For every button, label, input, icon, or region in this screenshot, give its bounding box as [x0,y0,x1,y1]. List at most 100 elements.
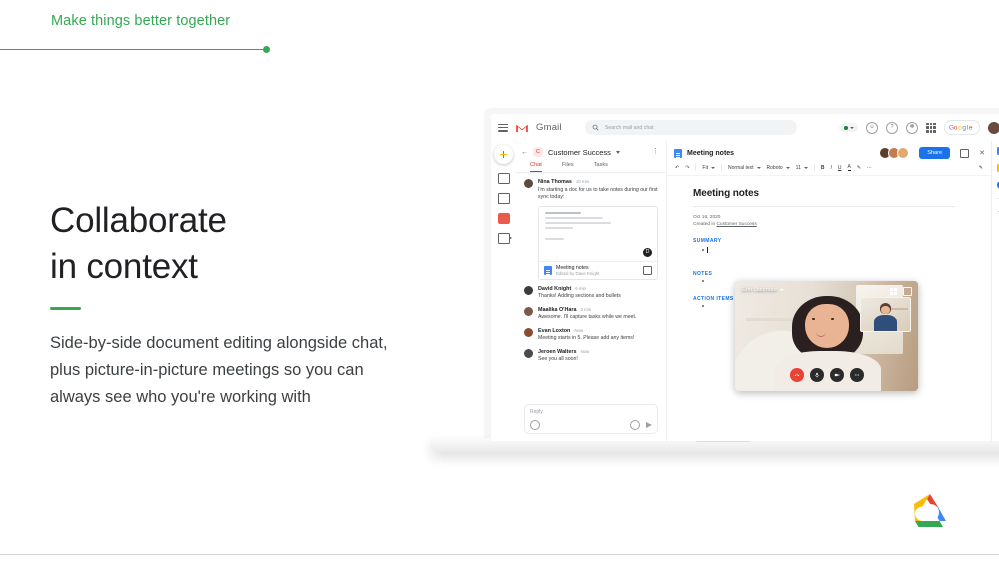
eyebrow-dot [263,46,270,53]
expand-icon[interactable] [903,287,912,296]
message-text: Awesome. I'll capture tasks while we mee… [538,314,637,320]
back-arrow-icon[interactable]: ← [521,149,528,156]
close-icon[interactable]: ✕ [979,150,985,157]
compose-plus-icon[interactable] [494,145,513,164]
font-size-selector[interactable]: 11 [796,165,808,171]
timestamp: 6 min [575,285,586,291]
list-item: Jeroen Walters Now See you all soon! [524,348,658,364]
chevron-down-icon[interactable] [615,150,620,154]
body-copy: Side-by-side document editing alongside … [50,334,388,406]
accent-divider [50,307,81,310]
svg-text:l: l [967,125,969,132]
composer-placeholder: Reply [530,409,543,415]
edit-mode-pen-icon[interactable]: ✎ [979,165,983,171]
author-name: Evan Loxton [538,327,571,334]
tab-chat[interactable]: Chat [530,162,542,172]
font-selector[interactable]: Roboto [767,165,790,171]
space-name: Customer Success [548,147,611,157]
participant-eye-left [811,318,815,320]
chat-tabs: Chat Files Tasks [516,159,666,173]
share-button[interactable]: Share [919,147,951,159]
list-item: Evan Loxton Now Meeting starts in 5. Ple… [524,327,658,343]
avatar[interactable] [988,121,999,134]
avatar [524,327,533,337]
self-view-thumbnail[interactable] [860,297,911,332]
tab-tasks[interactable]: Tasks [594,162,608,172]
svg-text:o: o [954,125,958,132]
timestamp: 3 min [580,306,592,312]
support-icon[interactable]: ☺ [866,121,878,134]
apps-grid-icon[interactable] [926,122,936,133]
doc-attachment-card[interactable]: D Meeting notes Edited by Dave Knight [538,205,658,280]
collaborator-cursor-badge: D [643,247,652,257]
chevron-down-icon[interactable] [779,289,784,291]
underline-button[interactable]: U [838,165,842,171]
add-attachment-icon[interactable] [530,420,540,430]
headline-line-1: Collaborate [50,201,227,240]
timestamp: 10 min [575,179,590,184]
google-docs-icon [674,148,682,158]
mail-icon[interactable] [497,173,510,184]
app-topbar: Gmail Search mail and chat ☺ ? ✻ G o o g… [491,114,999,141]
font-name: Roboto [766,164,783,171]
text-color-button[interactable]: A [847,164,851,171]
doc-thumbnail: D [539,207,657,261]
more-options-button[interactable] [849,368,864,382]
author-name: Jeroen Walters [538,348,577,355]
emoji-icon[interactable] [630,420,640,430]
grid-layout-icon[interactable] [890,288,897,295]
undo-icon[interactable]: ↶ [675,165,679,171]
timestamp: Now [580,348,590,354]
meet-icon[interactable] [497,233,512,244]
italic-button[interactable]: I [830,165,831,171]
zoom-level: Fit [702,164,708,171]
paragraph-style-selector[interactable]: Normal text [728,165,761,171]
participant-name-label[interactable]: Erin Lattimore [742,287,784,293]
help-icon[interactable]: ? [886,121,898,134]
doc-heading-rule [693,206,956,207]
camera-button[interactable] [829,368,844,382]
more-options-icon[interactable]: ⋯ [867,165,872,171]
account-badge[interactable]: G o o g l e [944,120,980,135]
list-item: Nina Thomas 10 min I'm starting a doc fo… [524,179,658,280]
microphone-button[interactable] [809,368,824,382]
kebab-menu-icon[interactable]: ⋮ [652,148,659,155]
chat-header: ← C Customer Success ⋮ [516,141,666,159]
message-author: Nina Thomas 10 min [538,179,658,185]
gear-icon[interactable]: ✻ [906,121,918,134]
video-call-tile[interactable]: Erin Lattimore [735,281,918,391]
space-avatar: C [533,147,543,157]
laptop-mockup: Gmail Search mail and chat ☺ ? ✻ G o o g… [430,108,999,458]
tab-files[interactable]: Files [562,162,574,172]
send-icon[interactable] [646,422,652,428]
zoom-selector[interactable]: Fit [702,165,715,171]
svg-text:e: e [969,125,973,132]
message-text: Thanks! Adding sections and bullets [538,293,621,299]
open-in-new-icon[interactable] [643,265,652,275]
chat-composer[interactable]: Reply [524,404,658,434]
avatar [524,306,533,316]
redo-icon[interactable]: ↷ [685,165,689,171]
bold-button[interactable]: B [821,165,825,171]
doc-metadata: Oct 16, 2020 Created in Customer Success [693,214,991,228]
google-cloud-logo-icon [905,490,955,532]
message-author: Jeroen Walters Now [538,349,658,355]
footer-divider [0,554,999,555]
highlight-pen-icon[interactable]: ✎ [857,165,861,171]
available-status-pill[interactable] [839,123,858,132]
author-name: Nina Thomas [538,179,572,185]
eyebrow-rule [0,49,267,50]
open-in-new-icon[interactable] [960,148,970,158]
doc-card-subtitle: Edited by Dave Knight [556,270,600,276]
chat-icon[interactable] [497,193,510,204]
spaces-icon[interactable] [497,213,510,224]
svg-text:g: g [962,125,966,132]
collaborator-facepile[interactable] [879,147,910,159]
search-input[interactable]: Search mail and chat [584,120,797,135]
hamburger-icon[interactable] [498,123,508,132]
doc-created-space-link[interactable]: Customer Success [716,222,756,227]
video-controls [789,368,864,382]
search-icon [592,124,599,131]
hangup-button[interactable] [789,368,804,382]
svg-text:G: G [949,125,954,132]
